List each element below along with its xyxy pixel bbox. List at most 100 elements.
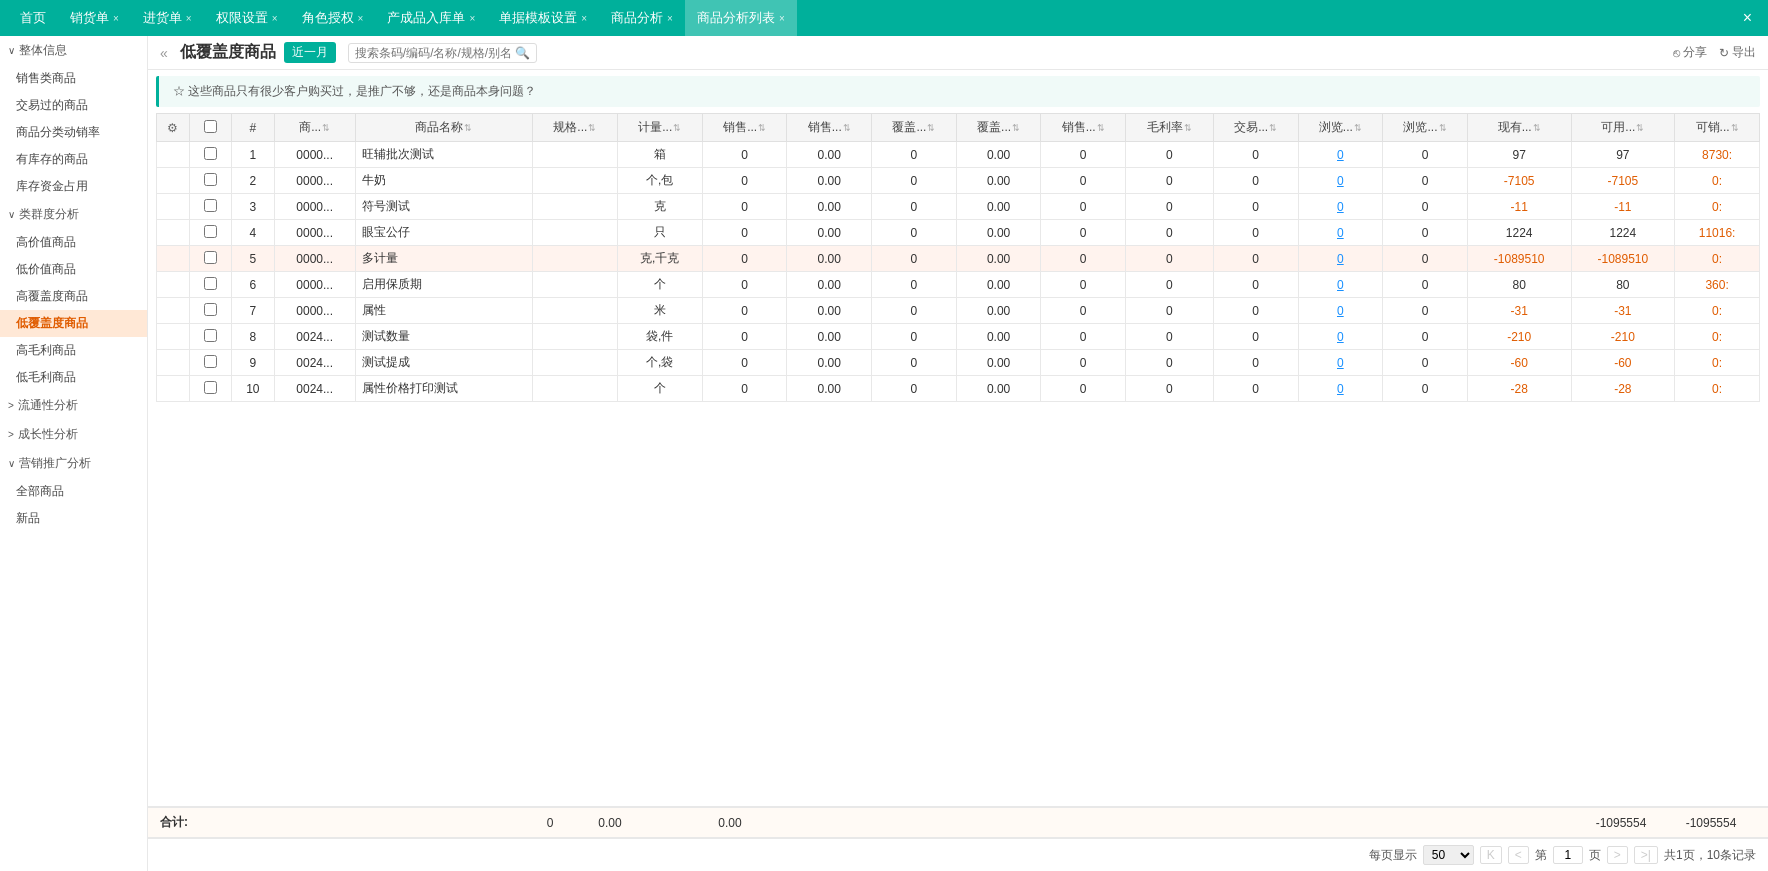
sidebar-section-overall[interactable]: ∨ 整体信息 — [0, 36, 147, 65]
table-cell-checkbox[interactable] — [189, 194, 231, 220]
col-spec[interactable]: 规格...⇅ — [533, 114, 618, 142]
select-all-checkbox[interactable] — [204, 120, 217, 133]
settings-icon[interactable]: ⚙ — [167, 121, 178, 135]
table-cell-browse1[interactable]: 0 — [1298, 168, 1383, 194]
last-page-button[interactable]: >| — [1634, 846, 1658, 864]
table-cell-checkbox[interactable] — [189, 324, 231, 350]
row-checkbox[interactable] — [204, 329, 217, 342]
col-code[interactable]: 商...⇅ — [274, 114, 355, 142]
row-checkbox[interactable] — [204, 251, 217, 264]
sidebar-section-cluster[interactable]: ∨ 类群度分析 — [0, 200, 147, 229]
period-button[interactable]: 近一月 — [284, 42, 336, 63]
close-icon[interactable]: × — [469, 13, 475, 24]
table-cell-browse1[interactable]: 0 — [1298, 376, 1383, 402]
close-icon[interactable]: × — [272, 13, 278, 24]
col-name[interactable]: 商品名称⇅ — [355, 114, 532, 142]
col-saleable[interactable]: 可销...⇅ — [1675, 114, 1760, 142]
row-checkbox[interactable] — [204, 277, 217, 290]
sidebar-item-high-value[interactable]: 高价值商品 — [0, 229, 147, 256]
nav-tab-sales[interactable]: 销货单 × — [58, 0, 131, 36]
col-browse1[interactable]: 浏览...⇅ — [1298, 114, 1383, 142]
col-available[interactable]: 可用...⇅ — [1571, 114, 1675, 142]
table-cell-browse1[interactable]: 0 — [1298, 324, 1383, 350]
sidebar-item-low-coverage[interactable]: 低覆盖度商品 — [0, 310, 147, 337]
table-cell-browse1[interactable]: 0 — [1298, 194, 1383, 220]
close-icon[interactable]: × — [779, 13, 785, 24]
table-cell-browse1[interactable]: 0 — [1298, 272, 1383, 298]
nav-tab-roles[interactable]: 角色授权 × — [290, 0, 376, 36]
table-cell-browse1[interactable]: 0 — [1298, 298, 1383, 324]
col-cover-qty[interactable]: 覆盖...⇅ — [872, 114, 957, 142]
table-cell-checkbox[interactable] — [189, 246, 231, 272]
export-button[interactable]: ↻ 导出 — [1719, 44, 1756, 61]
row-checkbox[interactable] — [204, 225, 217, 238]
table-cell-browse1[interactable]: 0 — [1298, 142, 1383, 168]
sidebar-section-marketing[interactable]: ∨ 营销推广分析 — [0, 449, 147, 478]
page-input[interactable] — [1553, 846, 1583, 864]
row-checkbox[interactable] — [204, 147, 217, 160]
sidebar-item-category-rate[interactable]: 商品分类动销率 — [0, 119, 147, 146]
row-checkbox[interactable] — [204, 303, 217, 316]
sidebar-item-low-value[interactable]: 低价值商品 — [0, 256, 147, 283]
table-cell-checkbox[interactable] — [189, 272, 231, 298]
table-cell-code: 0000... — [274, 168, 355, 194]
search-input[interactable] — [355, 46, 515, 60]
col-settings[interactable]: ⚙ — [157, 114, 190, 142]
row-checkbox[interactable] — [204, 355, 217, 368]
sidebar-section-liquidity[interactable]: > 流通性分析 — [0, 391, 147, 420]
col-browse2[interactable]: 浏览...⇅ — [1383, 114, 1468, 142]
nav-tab-home[interactable]: 首页 — [8, 0, 58, 36]
nav-tab-analysis-list[interactable]: 商品分析列表 × — [685, 0, 797, 36]
sidebar-item-stock-goods[interactable]: 有库存的商品 — [0, 146, 147, 173]
table-cell-checkbox[interactable] — [189, 350, 231, 376]
row-checkbox[interactable] — [204, 173, 217, 186]
table-cell-checkbox[interactable] — [189, 298, 231, 324]
col-cover-rate[interactable]: 覆盖...⇅ — [956, 114, 1041, 142]
nav-tab-perms[interactable]: 权限设置 × — [204, 0, 290, 36]
table-cell-checkbox[interactable] — [189, 220, 231, 246]
close-icon[interactable]: × — [358, 13, 364, 24]
nav-tab-template[interactable]: 单据模板设置 × — [487, 0, 599, 36]
col-sales-amt[interactable]: 销售...⇅ — [787, 114, 872, 142]
sidebar-item-traded-goods[interactable]: 交易过的商品 — [0, 92, 147, 119]
sidebar-item-high-margin[interactable]: 高毛利商品 — [0, 337, 147, 364]
col-gross-rate[interactable]: 毛利率⇅ — [1126, 114, 1214, 142]
search-icon[interactable]: 🔍 — [515, 46, 530, 60]
close-icon[interactable]: × — [186, 13, 192, 24]
col-unit[interactable]: 计量...⇅ — [617, 114, 702, 142]
sidebar-item-all-goods[interactable]: 全部商品 — [0, 478, 147, 505]
per-page-select[interactable]: 50 20 100 200 — [1423, 845, 1474, 865]
first-page-button[interactable]: K — [1480, 846, 1502, 864]
table-cell-browse1[interactable]: 0 — [1298, 246, 1383, 272]
close-icon[interactable]: × — [113, 13, 119, 24]
prev-page-button[interactable]: < — [1508, 846, 1529, 864]
table-cell-browse1[interactable]: 0 — [1298, 350, 1383, 376]
window-close-button[interactable]: × — [1735, 9, 1760, 27]
table-cell-cover-qty: 0 — [872, 298, 957, 324]
row-checkbox[interactable] — [204, 381, 217, 394]
sidebar-item-new-goods[interactable]: 新品 — [0, 505, 147, 532]
col-checkbox[interactable] — [189, 114, 231, 142]
col-tx-cnt[interactable]: 交易...⇅ — [1213, 114, 1298, 142]
next-page-button[interactable]: > — [1607, 846, 1628, 864]
table-cell-checkbox[interactable] — [189, 376, 231, 402]
close-icon[interactable]: × — [667, 13, 673, 24]
sidebar-item-capital[interactable]: 库存资金占用 — [0, 173, 147, 200]
share-button[interactable]: ⎋ 分享 — [1673, 44, 1707, 61]
nav-tab-analysis[interactable]: 商品分析 × — [599, 0, 685, 36]
sidebar-item-high-coverage[interactable]: 高覆盖度商品 — [0, 283, 147, 310]
nav-tab-purchase[interactable]: 进货单 × — [131, 0, 204, 36]
row-checkbox[interactable] — [204, 199, 217, 212]
sidebar-section-growth[interactable]: > 成长性分析 — [0, 420, 147, 449]
table-cell-browse1[interactable]: 0 — [1298, 220, 1383, 246]
collapse-sidebar-button[interactable]: « — [160, 45, 168, 61]
nav-tab-inventory[interactable]: 产成品入库单 × — [375, 0, 487, 36]
close-icon[interactable]: × — [581, 13, 587, 24]
col-current-stock[interactable]: 现有...⇅ — [1467, 114, 1571, 142]
sidebar-item-low-margin[interactable]: 低毛利商品 — [0, 364, 147, 391]
sidebar-item-sales-goods[interactable]: 销售类商品 — [0, 65, 147, 92]
col-sales-qty[interactable]: 销售...⇅ — [702, 114, 787, 142]
table-cell-checkbox[interactable] — [189, 168, 231, 194]
table-cell-checkbox[interactable] — [189, 142, 231, 168]
col-sales-x[interactable]: 销售...⇅ — [1041, 114, 1126, 142]
